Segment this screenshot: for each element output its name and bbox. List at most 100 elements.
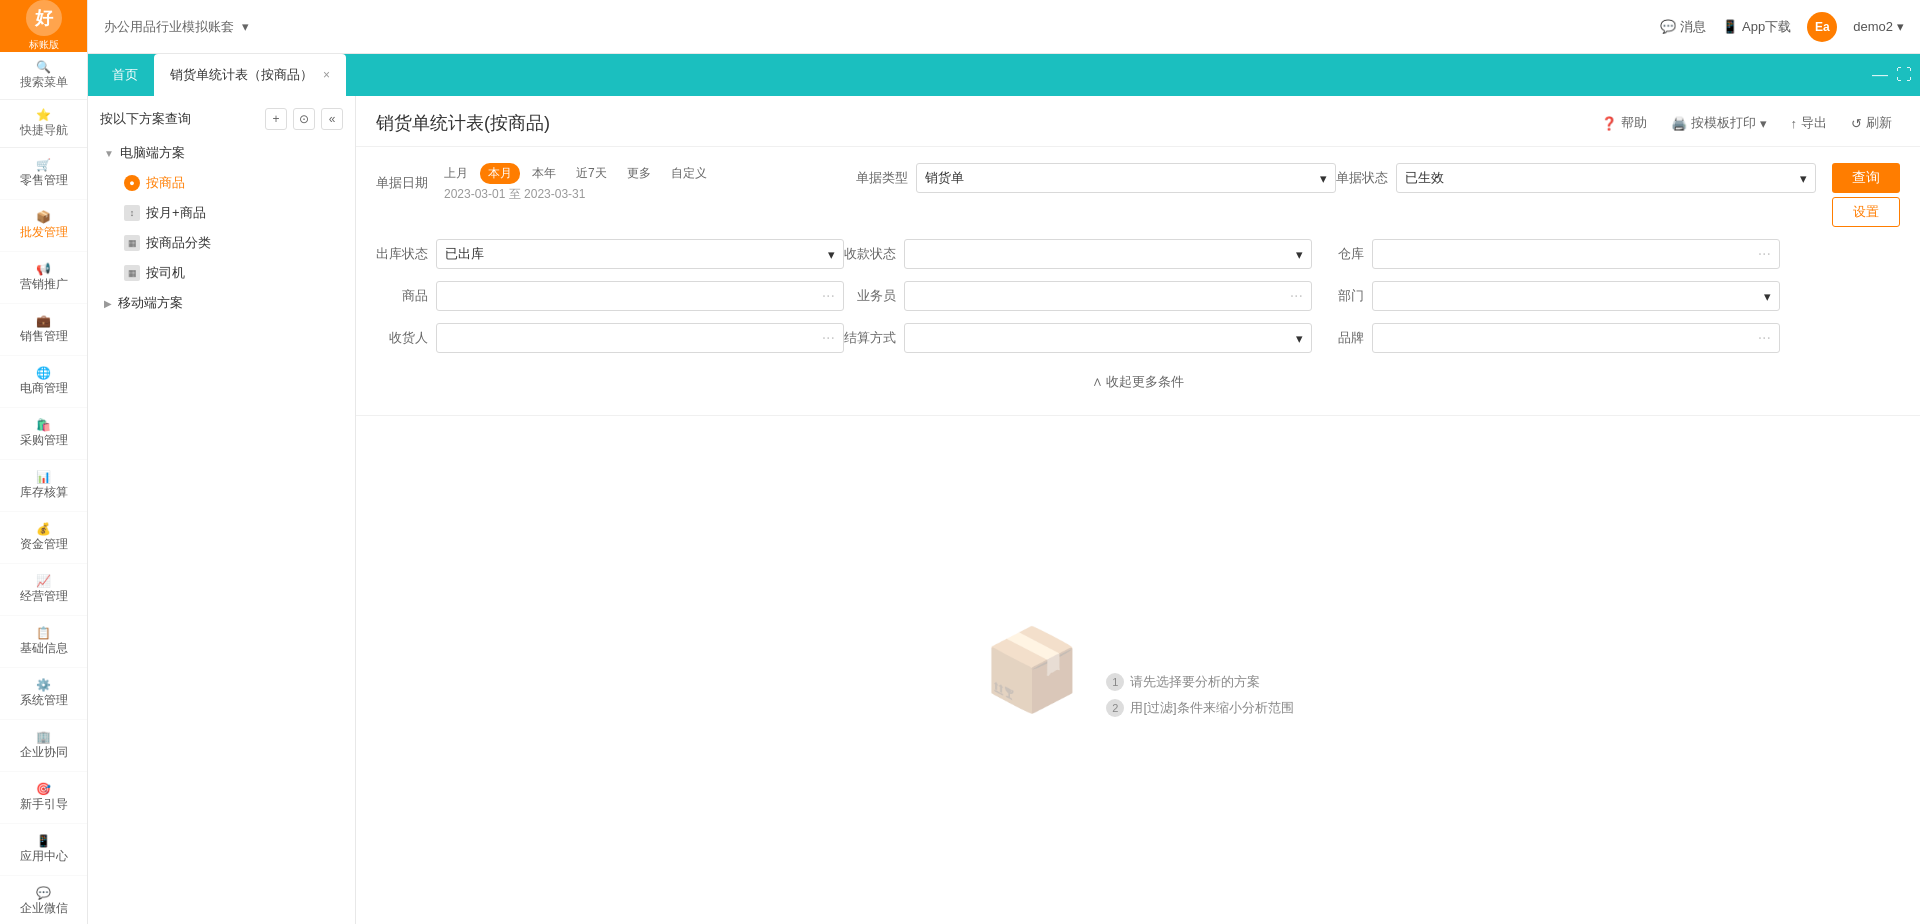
empty-hint-item-2: 2 用[过滤]条件来缩小分析范围 <box>1106 699 1293 717</box>
sidebar-item-basic[interactable]: 📋 基础信息 <box>0 616 87 668</box>
inventory-icon: 📊 <box>6 470 81 484</box>
right-panel: 销货单统计表(按商品) ❓ 帮助 🖨️ 按模板打印 ▾ ↑ 导出 <box>356 96 1920 924</box>
quick-nav-icon: ⭐ <box>6 108 81 122</box>
out-status-select[interactable]: 已出库 ▾ <box>436 239 844 269</box>
user-avatar[interactable]: Ea <box>1807 12 1837 42</box>
scheme-pc-tree[interactable]: ▼ 电脑端方案 <box>88 138 355 168</box>
date-label: 单据日期 <box>376 174 436 192</box>
scheme-goods-label: 按商品 <box>146 174 185 192</box>
doc-status-value: 已生效 <box>1405 169 1444 187</box>
salesperson-input[interactable]: ··· <box>904 281 1312 311</box>
scheme-item-by-driver[interactable]: ▦ 按司机 <box>116 258 355 288</box>
sidebar-item-enterprise[interactable]: 🏢 企业协同 <box>0 720 87 772</box>
doc-status-select[interactable]: 已生效 ▾ <box>1396 163 1816 193</box>
collect-status-select[interactable]: ▾ <box>904 239 1312 269</box>
scheme-mobile-tree[interactable]: ▶ 移动端方案 <box>88 288 355 318</box>
header-industry[interactable]: 办公用品行业模拟账套 ▾ <box>104 18 249 36</box>
main-area: 办公用品行业模拟账套 ▾ 💬 消息 📱 App下载 Ea demo2 ▾ 首页 … <box>88 0 1920 924</box>
warehouse-label: 仓库 <box>1312 245 1372 263</box>
sidebar-item-sales[interactable]: 💼 销售管理 <box>0 304 87 356</box>
scheme-item-month-goods[interactable]: ↕ 按月+商品 <box>116 198 355 228</box>
warehouse-dots: ··· <box>1758 245 1771 263</box>
tree-mobile-arrow: ▶ <box>104 298 112 309</box>
sidebar-search[interactable]: 🔍 搜索菜单 <box>0 52 87 100</box>
sidebar-item-apps[interactable]: 📱 应用中心 <box>0 824 87 876</box>
user-dropdown-icon: ▾ <box>1897 19 1904 34</box>
date-tab-7days[interactable]: 近7天 <box>568 163 615 184</box>
logo-icon: 好 <box>26 0 62 36</box>
app-download-button[interactable]: 📱 App下载 <box>1722 18 1791 36</box>
goods-input[interactable]: ··· <box>436 281 844 311</box>
message-icon: 💬 <box>1660 19 1676 34</box>
sidebar-item-retail[interactable]: 🛒 零售管理 <box>0 148 87 200</box>
out-status-arrow: ▾ <box>828 247 835 262</box>
export-button[interactable]: ↑ 导出 <box>1783 110 1836 136</box>
marketing-icon: 📢 <box>6 262 81 276</box>
goods-field: 商品 ··· <box>376 281 844 311</box>
scheme-category-label: 按商品分类 <box>146 234 211 252</box>
dept-select[interactable]: ▾ <box>1372 281 1780 311</box>
query-button[interactable]: 查询 <box>1832 163 1900 193</box>
tab-maximize-icon[interactable]: ⛶ <box>1896 66 1912 84</box>
tab-minimize-icon[interactable]: — <box>1872 66 1888 84</box>
doc-type-select[interactable]: 销货单 ▾ <box>916 163 1336 193</box>
sidebar-item-purchase[interactable]: 🛍️ 采购管理 <box>0 408 87 460</box>
hint-num-1: 1 <box>1106 673 1124 691</box>
message-button[interactable]: 💬 消息 <box>1660 18 1706 36</box>
tab-home[interactable]: 首页 <box>96 54 154 96</box>
collapse-more-button[interactable]: ∧ 收起更多条件 <box>376 365 1900 399</box>
goods-label: 商品 <box>376 287 436 305</box>
date-tab-current-year[interactable]: 本年 <box>524 163 564 184</box>
wholesale-icon: 📦 <box>6 210 81 224</box>
settings-button[interactable]: 设置 <box>1832 197 1900 227</box>
date-tab-current-month[interactable]: 本月 <box>480 163 520 184</box>
help-button[interactable]: ❓ 帮助 <box>1593 110 1655 136</box>
dept-arrow: ▾ <box>1764 289 1771 304</box>
sidebar-quick-nav[interactable]: ⭐ 快捷导航 <box>0 100 87 148</box>
out-status-label: 出库状态 <box>376 245 436 263</box>
purchase-icon: 🛍️ <box>6 418 81 432</box>
sidebar: 好 标账版 🔍 搜索菜单 ⭐ 快捷导航 🛒 零售管理 📦 批发管理 📢 营销推广… <box>0 0 88 924</box>
brand-input[interactable]: ··· <box>1372 323 1780 353</box>
sidebar-item-operations[interactable]: 📈 经营管理 <box>0 564 87 616</box>
date-tab-more[interactable]: 更多 <box>619 163 659 184</box>
user-name[interactable]: demo2 ▾ <box>1853 19 1904 34</box>
inventory-label: 库存核算 <box>6 484 81 501</box>
copy-scheme-button[interactable]: ⊙ <box>293 108 315 130</box>
sales-label: 销售管理 <box>6 328 81 345</box>
date-tab-prev-month[interactable]: 上月 <box>436 163 476 184</box>
app-download-label: App下载 <box>1742 18 1791 36</box>
receiver-label: 收货人 <box>376 329 436 347</box>
header-right: 💬 消息 📱 App下载 Ea demo2 ▾ <box>1660 12 1904 42</box>
receiver-input[interactable]: ··· <box>436 323 844 353</box>
retail-label: 零售管理 <box>6 172 81 189</box>
tab-active[interactable]: 销货单统计表（按商品） × <box>154 54 346 96</box>
download-icon: 📱 <box>1722 19 1738 34</box>
warehouse-input[interactable]: ··· <box>1372 239 1780 269</box>
user-name-text: demo2 <box>1853 19 1893 34</box>
sidebar-item-inventory[interactable]: 📊 库存核算 <box>0 460 87 512</box>
sidebar-item-newbie[interactable]: 🎯 新手引导 <box>0 772 87 824</box>
page-actions: ❓ 帮助 🖨️ 按模板打印 ▾ ↑ 导出 ↺ 刷新 <box>1593 110 1901 136</box>
doc-status-label: 单据状态 <box>1336 169 1396 187</box>
tab-close-icon[interactable]: × <box>323 68 330 82</box>
sidebar-logo[interactable]: 好 标账版 <box>0 0 87 52</box>
print-button[interactable]: 🖨️ 按模板打印 ▾ <box>1663 110 1775 136</box>
add-scheme-button[interactable]: + <box>265 108 287 130</box>
brand-label: 品牌 <box>1312 329 1372 347</box>
active-tab-label: 销货单统计表（按商品） <box>170 66 313 84</box>
industry-label: 办公用品行业模拟账套 <box>104 18 234 36</box>
sidebar-item-system[interactable]: ⚙️ 系统管理 <box>0 668 87 720</box>
collapse-panel-button[interactable]: « <box>321 108 343 130</box>
scheme-item-by-goods[interactable]: ● 按商品 <box>116 168 355 198</box>
sidebar-item-finance[interactable]: 💰 资金管理 <box>0 512 87 564</box>
payment-select[interactable]: ▾ <box>904 323 1312 353</box>
sidebar-item-marketing[interactable]: 📢 营销推广 <box>0 252 87 304</box>
sidebar-item-wechat[interactable]: 💬 企业微信 <box>0 876 87 924</box>
filter-row-4: 收货人 ··· 结算方式 ▾ 品牌 <box>376 323 1900 353</box>
sidebar-item-ecommerce[interactable]: 🌐 电商管理 <box>0 356 87 408</box>
date-tab-custom[interactable]: 自定义 <box>663 163 715 184</box>
scheme-item-by-category[interactable]: ▦ 按商品分类 <box>116 228 355 258</box>
sidebar-item-wholesale[interactable]: 📦 批发管理 <box>0 200 87 252</box>
refresh-button[interactable]: ↺ 刷新 <box>1843 110 1900 136</box>
